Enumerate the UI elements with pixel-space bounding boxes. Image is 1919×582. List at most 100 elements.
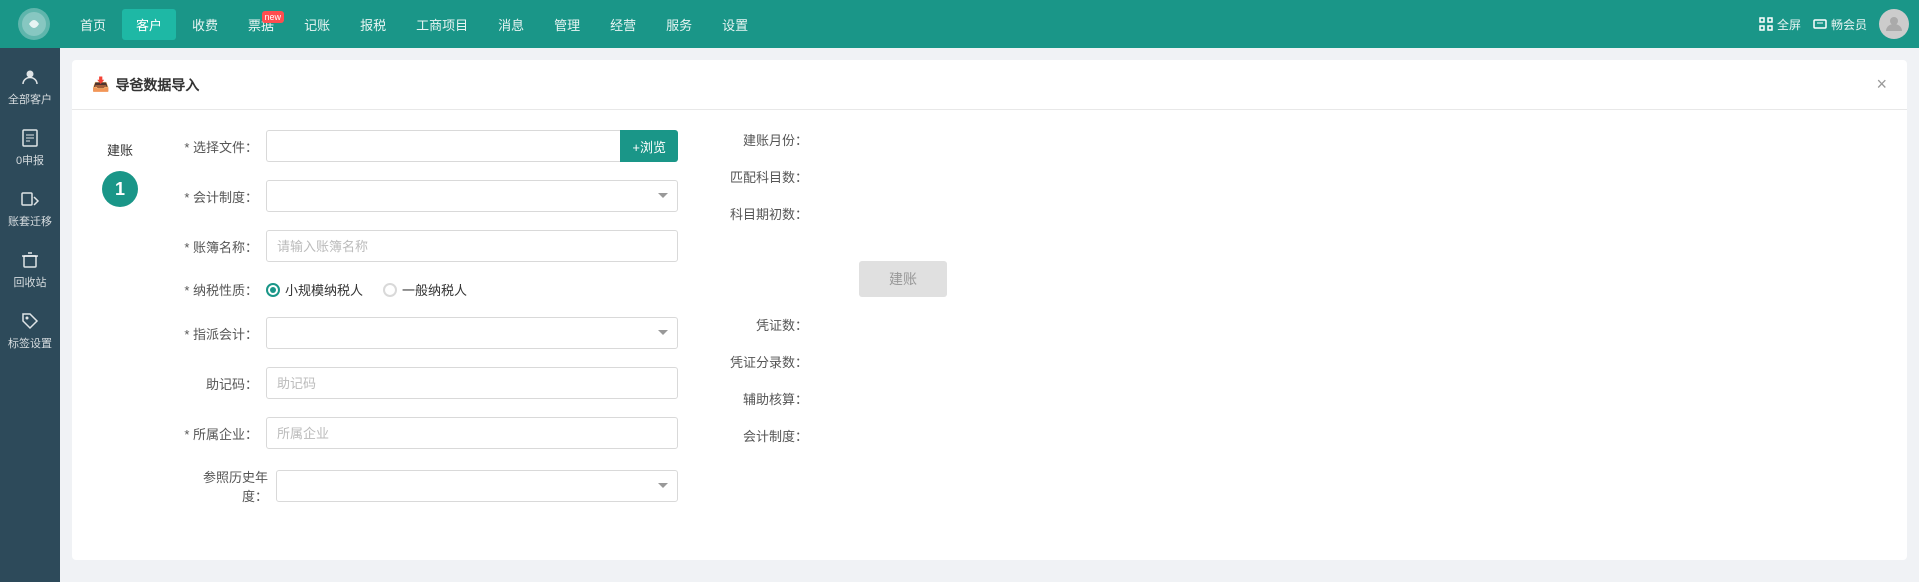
dialog-header: 📥 导爸数据导入 × xyxy=(72,60,1907,110)
radio-small-scale-label: 小规模纳税人 xyxy=(285,280,363,299)
nav-item-message[interactable]: 消息 xyxy=(484,9,538,40)
voucher-entries-row: 凭证分录数： xyxy=(718,352,998,371)
form-area: * 选择文件： +浏览 * 会计制度： * 账簿名称： xyxy=(178,130,678,523)
accounting-system-row: * 会计制度： xyxy=(178,180,678,212)
nav-item-service[interactable]: 服务 xyxy=(652,9,706,40)
step-section: 建账 1 xyxy=(102,130,138,523)
nav-items: 首页 客户 收费 票据 new 记账 报税 工商项目 消息 管理 经营 服务 设… xyxy=(66,9,1759,40)
nav-item-business[interactable]: 工商项目 xyxy=(402,9,482,40)
sidebar-label-zero-report: 0申报 xyxy=(16,152,44,168)
member-btn[interactable]: 畅会员 xyxy=(1813,16,1867,33)
tax-type-radio-group: 小规模纳税人 一般纳税人 xyxy=(266,280,678,299)
sidebar-label-trash: 回收站 xyxy=(14,274,47,290)
nav-item-operation[interactable]: 经营 xyxy=(596,9,650,40)
file-input-group: +浏览 xyxy=(266,130,678,162)
voucher-entries-label: 凭证分录数： xyxy=(718,352,808,371)
accounting-system-info-row: 会计制度： xyxy=(718,426,998,445)
match-subjects-label: 匹配科目数： xyxy=(718,167,808,186)
company-row: * 所属企业： xyxy=(178,417,678,449)
main-content: 📥 导爸数据导入 × 建账 1 * 选择文件： xyxy=(60,48,1919,582)
subject-initial-label: 科目期初数： xyxy=(718,204,808,223)
tags-icon xyxy=(19,310,41,332)
ledger-name-input[interactable] xyxy=(266,230,678,262)
build-month-row: 建账月份： xyxy=(718,130,998,149)
top-nav: 首页 客户 收费 票据 new 记账 报税 工商项目 消息 管理 经营 服务 设… xyxy=(0,0,1919,48)
file-select-row: * 选择文件： +浏览 xyxy=(178,130,678,162)
dialog-title: 📥 导爸数据导入 xyxy=(92,75,199,95)
radio-small-scale-dot xyxy=(266,283,280,297)
avatar[interactable] xyxy=(1879,9,1909,39)
nav-item-customer[interactable]: 客户 xyxy=(122,9,176,40)
subject-initial-row: 科目期初数： xyxy=(718,204,998,223)
auxiliary-label: 辅助核算： xyxy=(718,389,808,408)
dialog-panel: 📥 导爸数据导入 × 建账 1 * 选择文件： xyxy=(72,60,1907,560)
reference-year-label: 参照历史年度： xyxy=(178,467,268,505)
sidebar-item-tags[interactable]: 标签设置 xyxy=(0,302,60,359)
memo-code-label: 助记码： xyxy=(178,374,258,393)
reference-year-select[interactable] xyxy=(276,470,678,502)
memo-code-row: 助记码： xyxy=(178,367,678,399)
nav-item-manage[interactable]: 管理 xyxy=(540,9,594,40)
tax-general[interactable]: 一般纳税人 xyxy=(383,280,467,299)
accounting-system-select[interactable] xyxy=(266,180,678,212)
file-input[interactable] xyxy=(266,130,620,162)
reference-year-row: 参照历史年度： xyxy=(178,467,678,505)
accountant-row: * 指派会计： xyxy=(178,317,678,349)
accounting-system-info-label: 会计制度： xyxy=(718,426,808,445)
ledger-name-label: * 账簿名称： xyxy=(178,237,258,256)
accounting-system-label: * 会计制度： xyxy=(178,187,258,206)
sidebar-item-migrate[interactable]: 账套迁移 xyxy=(0,180,60,237)
dialog-body: 建账 1 * 选择文件： +浏览 * 会计制度： xyxy=(72,110,1907,543)
accountant-select[interactable] xyxy=(266,317,678,349)
memo-code-input[interactable] xyxy=(266,367,678,399)
logo-icon xyxy=(18,8,50,40)
file-label: * 选择文件： xyxy=(178,137,258,156)
nav-item-charge[interactable]: 收费 xyxy=(178,9,232,40)
company-input[interactable] xyxy=(266,417,678,449)
radio-general-label: 一般纳税人 xyxy=(402,280,467,299)
new-badge: new xyxy=(262,11,285,23)
nav-item-settings[interactable]: 设置 xyxy=(708,9,762,40)
migrate-icon xyxy=(19,188,41,210)
nav-right: 全屏 畅会员 xyxy=(1759,9,1909,39)
step-label: 建账 xyxy=(107,140,133,159)
zero-report-icon xyxy=(19,127,41,149)
all-customers-icon xyxy=(19,66,41,88)
sidebar-label-all-customers: 全部客户 xyxy=(8,91,52,107)
tax-type-row: * 纳税性质： 小规模纳税人 一般纳税人 xyxy=(178,280,678,299)
sidebar-item-all-customers[interactable]: 全部客户 xyxy=(0,58,60,115)
logo-area[interactable] xyxy=(10,0,58,48)
tax-small-scale[interactable]: 小规模纳税人 xyxy=(266,280,363,299)
dialog-title-text: 导爸数据导入 xyxy=(115,75,199,95)
fullscreen-btn[interactable]: 全屏 xyxy=(1759,16,1801,33)
accountant-label: * 指派会计： xyxy=(178,324,258,343)
build-month-label: 建账月份： xyxy=(718,130,808,149)
company-label: * 所属企业： xyxy=(178,424,258,443)
voucher-count-row: 凭证数： xyxy=(718,315,998,334)
sidebar-item-zero-report[interactable]: 0申报 xyxy=(0,119,60,176)
member-label: 畅会员 xyxy=(1831,16,1867,33)
nav-item-home[interactable]: 首页 xyxy=(66,9,120,40)
close-button[interactable]: × xyxy=(1876,74,1887,95)
nav-item-bookkeeping[interactable]: 记账 xyxy=(290,9,344,40)
nav-item-tax[interactable]: 报税 xyxy=(346,9,400,40)
info-area: 建账月份： 匹配科目数： 科目期初数： 建账 xyxy=(718,130,998,523)
sidebar-label-migrate: 账套迁移 xyxy=(8,213,52,229)
sidebar-label-tags: 标签设置 xyxy=(8,335,52,351)
browse-button[interactable]: +浏览 xyxy=(620,130,678,162)
voucher-count-label: 凭证数： xyxy=(718,315,808,334)
fullscreen-label: 全屏 xyxy=(1777,16,1801,33)
dialog-title-icon: 📥 xyxy=(92,76,109,93)
nav-item-invoice[interactable]: 票据 new xyxy=(234,9,288,40)
sidebar-item-trash[interactable]: 回收站 xyxy=(0,241,60,298)
tax-type-label: * 纳税性质： xyxy=(178,280,258,299)
sidebar: 全部客户 0申报 账套迁移 回收站 标签设置 xyxy=(0,48,60,582)
radio-general-dot xyxy=(383,283,397,297)
ledger-name-row: * 账簿名称： xyxy=(178,230,678,262)
auxiliary-row: 辅助核算： xyxy=(718,389,998,408)
step-circle: 1 xyxy=(102,171,138,207)
build-account-button[interactable]: 建账 xyxy=(859,261,947,297)
trash-icon xyxy=(19,249,41,271)
match-subjects-row: 匹配科目数： xyxy=(718,167,998,186)
layout: 全部客户 0申报 账套迁移 回收站 标签设置 xyxy=(0,48,1919,582)
